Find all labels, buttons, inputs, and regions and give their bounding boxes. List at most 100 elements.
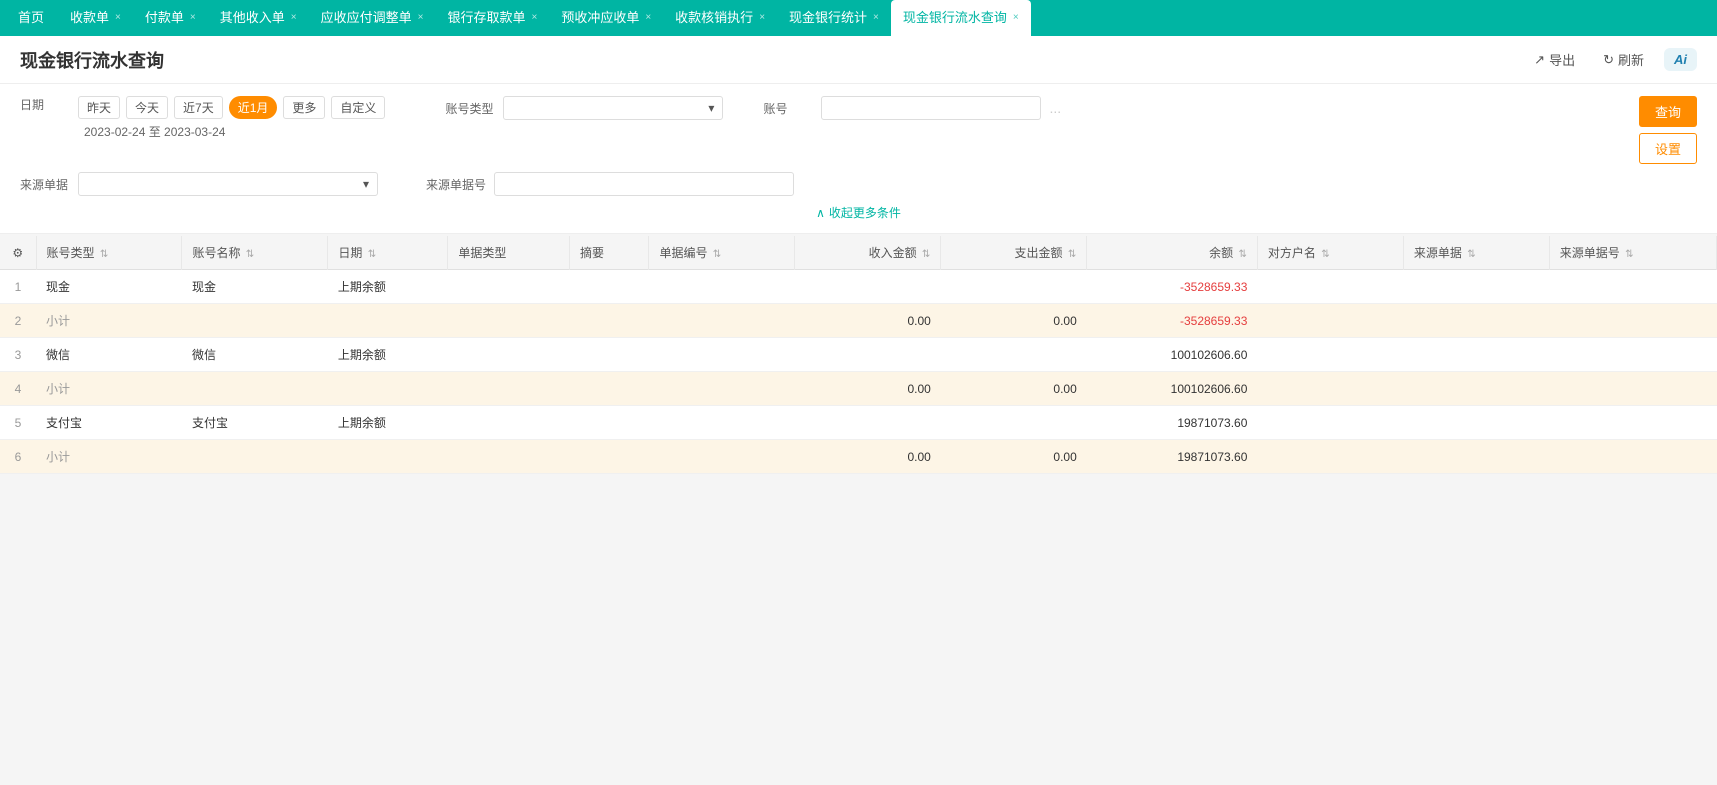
nav-tab-fukuandan[interactable]: 付款单 × [133, 0, 208, 36]
date-btn-custom[interactable]: 自定义 [331, 96, 385, 119]
sort-icon: ⇅ [1068, 249, 1076, 260]
date-btn-more[interactable]: 更多 [283, 96, 325, 119]
table-row: 3 微信 微信 上期余额 100102606.60 [0, 338, 1717, 372]
close-icon[interactable]: × [291, 0, 297, 36]
source-doc-dropdown-icon: ▾ [363, 177, 369, 191]
close-icon[interactable]: × [1013, 0, 1019, 36]
close-icon[interactable]: × [418, 0, 424, 36]
cell-source-doc-no [1549, 270, 1716, 304]
cell-expense [941, 338, 1087, 372]
table-row: 6 小计 0.00 0.00 19871073.60 [0, 440, 1717, 474]
date-btn-today[interactable]: 今天 [126, 96, 168, 119]
sort-icon: ⇅ [1321, 249, 1329, 260]
settings-button[interactable]: 设置 [1639, 133, 1697, 164]
cell-doc-no [649, 338, 795, 372]
table-row: 1 现金 现金 上期余额 -3528659.33 [0, 270, 1717, 304]
cell-doc-type [448, 338, 570, 372]
source-doc-no-input[interactable] [494, 172, 794, 196]
ai-button[interactable]: Ai [1664, 48, 1697, 71]
cell-doc-no [649, 304, 795, 338]
sort-icon: ⇅ [100, 249, 108, 260]
col-account-name[interactable]: 账号名称 ⇅ [182, 236, 328, 270]
nav-tab-qitashouru[interactable]: 其他收入单 × [208, 0, 309, 36]
date-btn-yesterday[interactable]: 昨天 [78, 96, 120, 119]
close-icon[interactable]: × [190, 0, 196, 36]
cell-expense [941, 406, 1087, 440]
collapse-bar[interactable]: ∧ 收起更多条件 [20, 200, 1697, 225]
date-btn-1month[interactable]: 近1月 [229, 96, 278, 119]
cell-balance: 19871073.60 [1087, 406, 1258, 440]
nav-tab-shoukuandan[interactable]: 收款单 × [58, 0, 133, 36]
table-container: ⚙ 账号类型 ⇅ 账号名称 ⇅ 日期 ⇅ 单据类型 摘要 [0, 236, 1717, 474]
source-doc-select[interactable]: ▾ [78, 172, 378, 196]
refresh-button[interactable]: ↻ 刷新 [1595, 46, 1652, 73]
cell-date [328, 372, 448, 406]
col-settings[interactable]: ⚙ [0, 236, 36, 270]
cell-counterpart [1257, 270, 1403, 304]
col-counterpart[interactable]: 对方户名 ⇅ [1257, 236, 1403, 270]
query-button[interactable]: 查询 [1639, 96, 1697, 127]
cell-income [795, 270, 941, 304]
cell-doc-type [448, 440, 570, 474]
cell-balance: 19871073.60 [1087, 440, 1258, 474]
cell-income: 0.00 [795, 304, 941, 338]
col-source-doc-no[interactable]: 来源单据号 ⇅ [1549, 236, 1716, 270]
sort-icon: ⇅ [368, 249, 376, 260]
col-income[interactable]: 收入金额 ⇅ [795, 236, 941, 270]
cell-summary [570, 372, 649, 406]
account-type-select[interactable]: ▾ [503, 96, 723, 120]
cell-source-doc-no [1549, 440, 1716, 474]
cell-summary [570, 270, 649, 304]
cell-source-doc [1403, 270, 1549, 304]
cell-date: 上期余额 [328, 406, 448, 440]
table-header-row: ⚙ 账号类型 ⇅ 账号名称 ⇅ 日期 ⇅ 单据类型 摘要 [0, 236, 1717, 270]
cell-doc-type [448, 304, 570, 338]
cell-income [795, 338, 941, 372]
nav-tab-liushui[interactable]: 现金银行流水查询 × [891, 0, 1031, 36]
account-no-input[interactable] [821, 96, 1041, 120]
export-icon: ↗ [1534, 52, 1545, 68]
col-account-type[interactable]: 账号类型 ⇅ [36, 236, 182, 270]
nav-tab-hexiao[interactable]: 收款核销执行 × [663, 0, 777, 36]
refresh-icon: ↻ [1603, 52, 1614, 68]
sort-icon: ⇅ [713, 249, 721, 260]
cell-account-name [182, 372, 328, 406]
settings-icon: ⚙ [12, 246, 23, 260]
close-icon[interactable]: × [873, 0, 879, 36]
table-row: 2 小计 0.00 0.00 -3528659.33 [0, 304, 1717, 338]
sort-icon: ⇅ [246, 249, 254, 260]
nav-tab-yinhang[interactable]: 银行存取款单 × [435, 0, 549, 36]
close-icon[interactable]: × [531, 0, 537, 36]
dropdown-icon: ▾ [708, 101, 714, 115]
cell-doc-type [448, 406, 570, 440]
date-label: 日期 [20, 96, 70, 113]
nav-tab-tongji[interactable]: 现金银行统计 × [777, 0, 891, 36]
col-source-doc[interactable]: 来源单据 ⇅ [1403, 236, 1549, 270]
cell-account-type: 支付宝 [36, 406, 182, 440]
col-summary[interactable]: 摘要 [570, 236, 649, 270]
col-date[interactable]: 日期 ⇅ [328, 236, 448, 270]
sort-icon: ⇅ [1467, 249, 1475, 260]
nav-home[interactable]: 首页 [4, 0, 58, 36]
col-doc-type[interactable]: 单据类型 [448, 236, 570, 270]
nav-tab-tiaozheng[interactable]: 应收应付调整单 × [309, 0, 436, 36]
account-no-dots[interactable]: ... [1049, 100, 1061, 116]
close-icon[interactable]: × [645, 0, 651, 36]
nav-tab-yushou[interactable]: 预收冲应收单 × [549, 0, 663, 36]
row-num: 4 [0, 372, 36, 406]
cell-account-type: 小计 [36, 304, 182, 338]
row-num: 5 [0, 406, 36, 440]
close-icon[interactable]: × [759, 0, 765, 36]
page-title: 现金银行流水查询 [20, 47, 164, 73]
cell-summary [570, 440, 649, 474]
col-balance[interactable]: 余额 ⇅ [1087, 236, 1258, 270]
export-button[interactable]: ↗ 导出 [1526, 46, 1583, 73]
date-btn-7days[interactable]: 近7天 [174, 96, 223, 119]
close-icon[interactable]: × [115, 0, 121, 36]
cell-account-name: 现金 [182, 270, 328, 304]
col-doc-no[interactable]: 单据编号 ⇅ [649, 236, 795, 270]
collapse-icon: ∧ [816, 206, 825, 220]
col-expense[interactable]: 支出金额 ⇅ [941, 236, 1087, 270]
header-actions: ↗ 导出 ↻ 刷新 Ai [1526, 46, 1697, 73]
cell-expense: 0.00 [941, 304, 1087, 338]
